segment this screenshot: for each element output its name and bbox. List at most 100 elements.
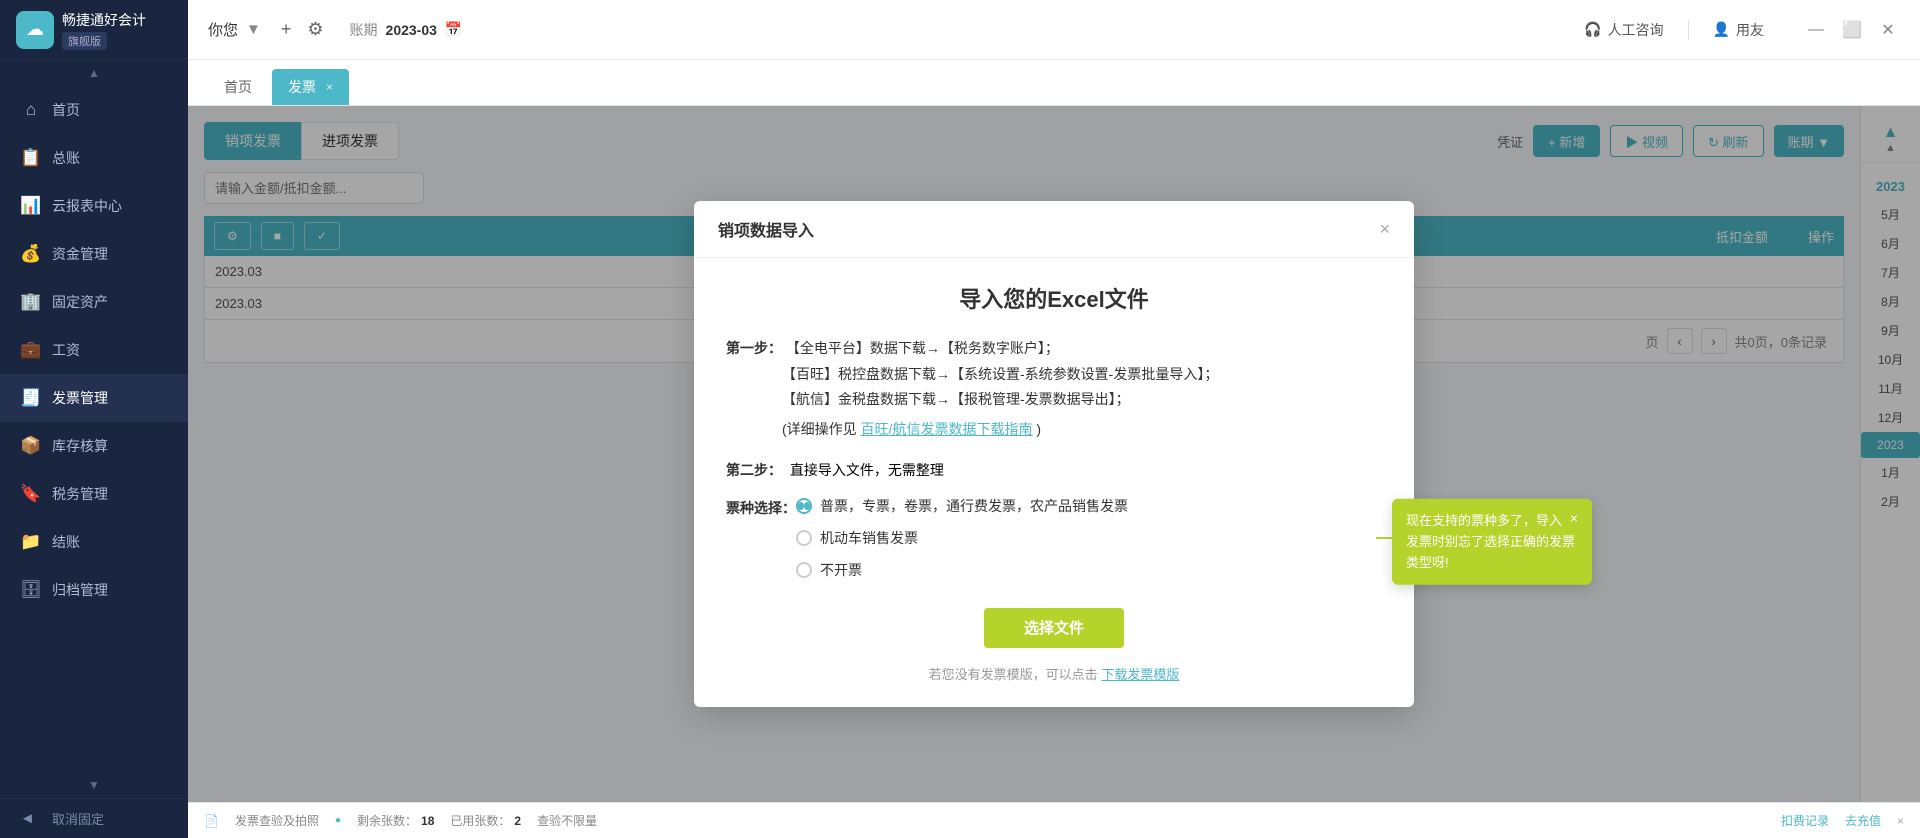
sidebar-scroll-down[interactable]: ▼ bbox=[0, 772, 188, 798]
footer-verify: 查验不限量 bbox=[537, 812, 597, 829]
recharge-link[interactable]: 去充值 bbox=[1845, 812, 1881, 829]
pin-icon: ◄ bbox=[20, 810, 42, 827]
sidebar-item-ledger[interactable]: 📋 总账 bbox=[0, 134, 188, 182]
sidebar-item-tax[interactable]: 🔖 税务管理 bbox=[0, 470, 188, 518]
sidebar-item-asset[interactable]: 🏢 固定资产 bbox=[0, 278, 188, 326]
window-controls: — ⬜ ✕ bbox=[1804, 18, 1900, 42]
select-file-button[interactable]: 选择文件 bbox=[984, 608, 1124, 648]
step2-label: 第二步： bbox=[726, 462, 782, 478]
salary-icon: 💼 bbox=[20, 339, 42, 361]
footer-close-button[interactable]: × bbox=[1897, 814, 1904, 828]
topbar-actions: + ⚙ 账期 2023-03 📅 bbox=[281, 19, 462, 40]
company-selector[interactable]: 你您 ▼ bbox=[208, 19, 261, 40]
step1-sub: 【百旺】税控盘数据下载→【系统设置-系统参数设置-发票批量导入】； 【航信】金税… bbox=[726, 362, 1382, 442]
tooltip-bubble: × 现在支持的票种多了，导入发票时别忘了选择正确的发票类型呀! bbox=[1392, 499, 1592, 585]
tabbar: 首页 发票 × bbox=[188, 60, 1920, 106]
modal-backdrop[interactable]: 销项数据导入 × 导入您的Excel文件 第一步： 【全电平台】数据下载→【税务… bbox=[188, 106, 1920, 802]
ticket-label: 票种选择： bbox=[726, 496, 796, 521]
sidebar-label-invoice: 发票管理 bbox=[52, 388, 168, 408]
add-company-button[interactable]: + bbox=[281, 19, 292, 40]
tab-invoice[interactable]: 发票 × bbox=[272, 69, 349, 105]
sidebar-item-fund[interactable]: 💰 资金管理 bbox=[0, 230, 188, 278]
page-content: 销项发票 进项发票 凭证 + 新增 ▶ 视频 ↻ 刷新 账期 ▼ bbox=[188, 106, 1920, 802]
sidebar-item-close[interactable]: 📁 结账 bbox=[0, 518, 188, 566]
sidebar-label-close: 结账 bbox=[52, 532, 168, 552]
company-name: 你您 bbox=[208, 19, 238, 40]
radio-option-3[interactable]: 不开票 bbox=[796, 560, 1128, 580]
fund-icon: 💰 bbox=[20, 243, 42, 265]
sidebar-label-salary: 工资 bbox=[52, 340, 168, 360]
minimize-button[interactable]: — bbox=[1804, 18, 1828, 42]
sidebar-item-home[interactable]: ⌂ 首页 bbox=[0, 86, 188, 134]
consult-label: 人工咨询 bbox=[1608, 20, 1664, 40]
sidebar-label-fund: 资金管理 bbox=[52, 244, 168, 264]
tooltip-close-btn[interactable]: × bbox=[1570, 511, 1578, 525]
ledger-icon: 📋 bbox=[20, 147, 42, 169]
footer-dot: ● bbox=[335, 815, 341, 826]
tax-icon: 🔖 bbox=[20, 483, 42, 505]
period-label: 账期 bbox=[350, 20, 378, 40]
modal-close-button[interactable]: × bbox=[1379, 219, 1390, 240]
fee-record-link[interactable]: 扣费记录 bbox=[1781, 812, 1829, 829]
sidebar-scroll-up[interactable]: ▲ bbox=[0, 60, 188, 86]
calendar-icon[interactable]: 📅 bbox=[445, 21, 462, 38]
modal-header: 销项数据导入 × bbox=[694, 201, 1414, 258]
radio-circle-1 bbox=[796, 498, 812, 514]
radio-option-1[interactable]: 普票，专票，卷票，通行费发票，农产品销售发票 bbox=[796, 496, 1128, 516]
sidebar-label-home: 首页 bbox=[52, 100, 168, 120]
radio-circle-3 bbox=[796, 562, 812, 578]
sidebar-item-report[interactable]: 📊 云报表中心 bbox=[0, 182, 188, 230]
sidebar-item-salary[interactable]: 💼 工资 bbox=[0, 326, 188, 374]
tab-invoice-close[interactable]: × bbox=[326, 80, 333, 94]
radio-group: 普票，专票，卷票，通行费发票，农产品销售发票 机动车销售发票 bbox=[796, 496, 1128, 580]
step1-first-item: 【全电平台】数据下载→【税务数字账户】； bbox=[786, 340, 1059, 356]
settings-icon[interactable]: ⚙ bbox=[307, 19, 323, 40]
sidebar-item-archive[interactable]: 🗄 归档管理 bbox=[0, 566, 188, 614]
user-icon: 👤 bbox=[1713, 21, 1730, 38]
remaining-label: 剩余张数： bbox=[357, 812, 417, 829]
download-template-link[interactable]: 下载发票模版 bbox=[1101, 667, 1179, 682]
close-book-icon: 📁 bbox=[20, 531, 42, 553]
topbar-separator bbox=[1688, 20, 1689, 40]
footer-remaining: 剩余张数： 18 bbox=[357, 812, 434, 829]
sidebar-item-invoice[interactable]: 🧾 发票管理 bbox=[0, 374, 188, 422]
ticket-section: 票种选择： 普票，专票，卷票，通行费发票，农产品销售发票 bbox=[726, 496, 1382, 580]
logo-icon: ☁ bbox=[16, 11, 54, 49]
tab-home[interactable]: 首页 bbox=[208, 69, 268, 105]
step-2-section: 第二步： 直接导入文件，无需整理 bbox=[726, 460, 1382, 480]
used-label: 已用张数： bbox=[450, 812, 510, 829]
sidebar: ☁ 畅捷通好会计 旗舰版 ▲ ⌂ 首页 📋 总账 📊 云报表中心 💰 bbox=[0, 0, 188, 838]
step1-link-row: (详细操作见 百旺/航信发票数据下载指南 ) bbox=[782, 417, 1382, 442]
used-value: 2 bbox=[514, 814, 521, 828]
asset-icon: 🏢 bbox=[20, 291, 42, 313]
maximize-button[interactable]: ⬜ bbox=[1840, 18, 1864, 42]
modal-import: 销项数据导入 × 导入您的Excel文件 第一步： 【全电平台】数据下载→【税务… bbox=[694, 201, 1414, 707]
sidebar-label-tax: 税务管理 bbox=[52, 484, 168, 504]
home-icon: ⌂ bbox=[20, 99, 42, 121]
radio-label-1: 普票，专票，卷票，通行费发票，农产品销售发票 bbox=[820, 496, 1128, 516]
period-value: 2023-03 bbox=[386, 22, 437, 38]
sidebar-label-archive: 归档管理 bbox=[52, 580, 168, 600]
tab-invoice-label: 发票 bbox=[288, 77, 316, 97]
sidebar-label-inventory: 库存核算 bbox=[52, 436, 168, 456]
user-menu[interactable]: 👤 用友 bbox=[1713, 20, 1764, 40]
consult-button[interactable]: 🎧 人工咨询 bbox=[1584, 20, 1663, 40]
step2-content: 直接导入文件，无需整理 bbox=[790, 462, 944, 478]
sidebar-bottom-label: 取消固定 bbox=[52, 809, 104, 828]
footer-pre: 若您没有发票模版，可以点击 bbox=[929, 667, 1098, 682]
inventory-icon: 📦 bbox=[20, 435, 42, 457]
archive-icon: 🗄 bbox=[20, 579, 42, 601]
company-arrow-icon: ▼ bbox=[246, 21, 261, 38]
step1-guide-link[interactable]: 百旺/航信发票数据下载指南 bbox=[861, 421, 1033, 437]
sidebar-label-report: 云报表中心 bbox=[52, 196, 168, 216]
radio-label-3: 不开票 bbox=[820, 560, 862, 580]
modal-footer: 若您没有发票模版，可以点击 下载发票模版 bbox=[726, 664, 1382, 683]
sidebar-item-inventory[interactable]: 📦 库存核算 bbox=[0, 422, 188, 470]
sidebar-logo: ☁ 畅捷通好会计 旗舰版 bbox=[0, 0, 188, 60]
topbar: 你您 ▼ + ⚙ 账期 2023-03 📅 🎧 人工咨询 👤 bbox=[188, 0, 1920, 60]
tooltip-text: 现在支持的票种多了，导入发票时别忘了选择正确的发票类型呀! bbox=[1406, 513, 1575, 570]
user-label: 用友 bbox=[1736, 20, 1764, 40]
radio-option-2[interactable]: 机动车销售发票 bbox=[796, 528, 1128, 548]
sidebar-unpin[interactable]: ◄ 取消固定 bbox=[0, 798, 188, 838]
window-close-button[interactable]: ✕ bbox=[1876, 18, 1900, 42]
